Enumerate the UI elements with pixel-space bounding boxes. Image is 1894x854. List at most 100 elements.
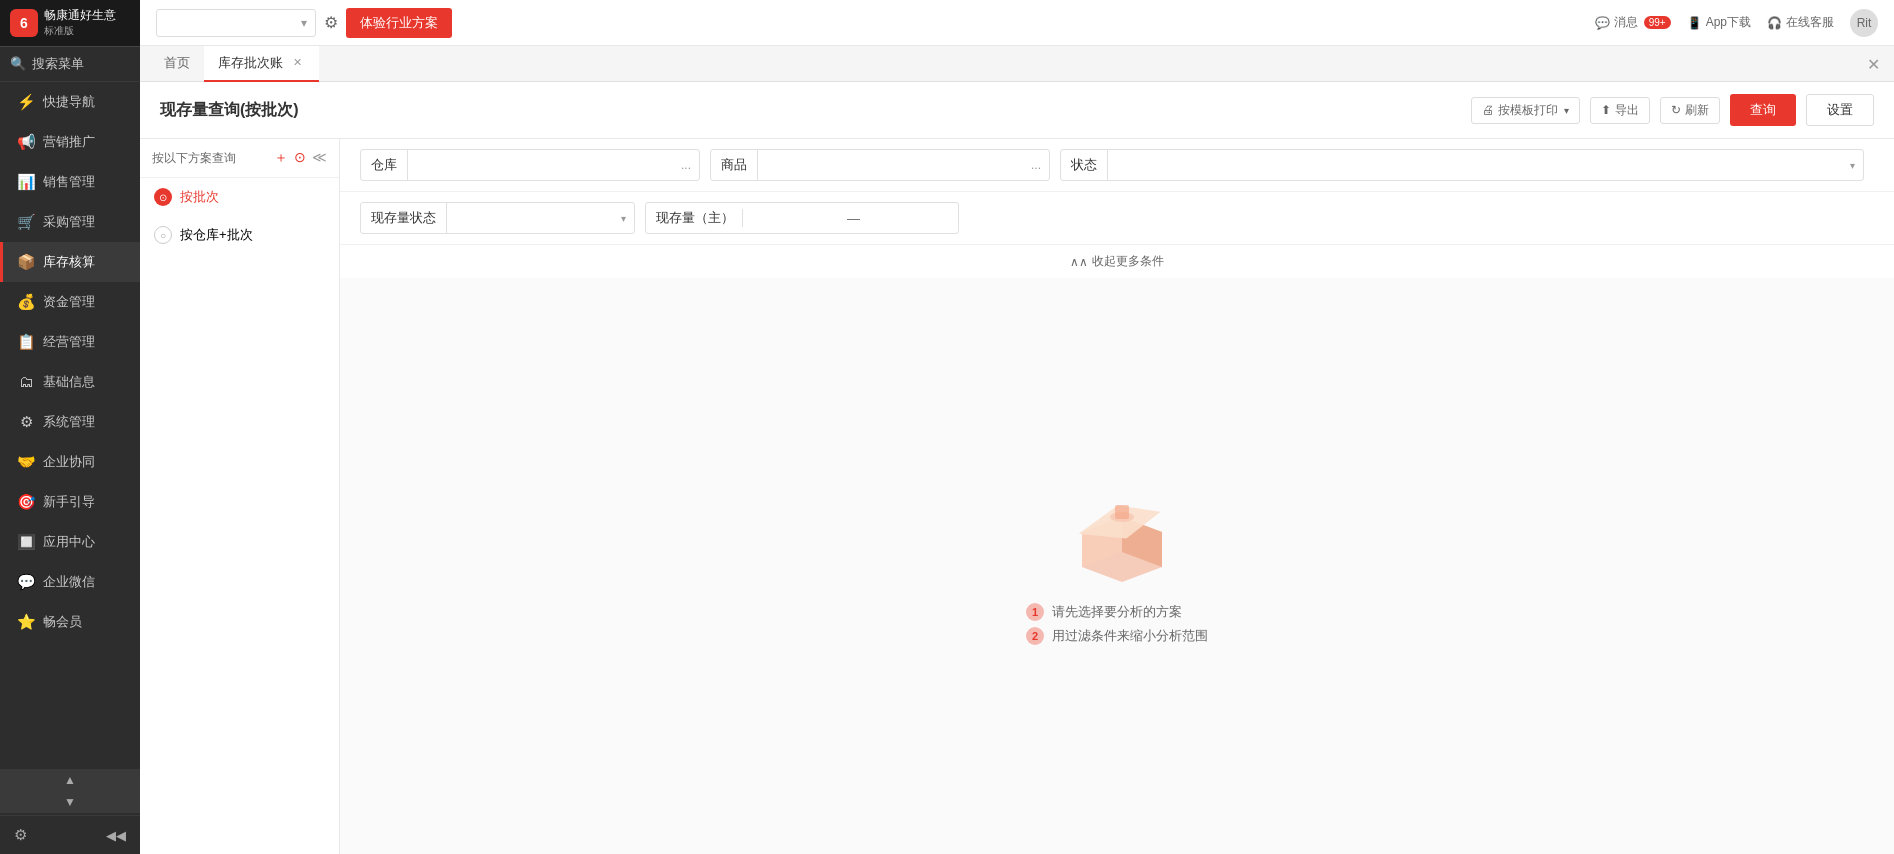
scheme-active-icon: ⊙ [154, 188, 172, 206]
stock-qty-field[interactable]: 现存量（主） — [645, 202, 959, 234]
sidebar-scroll-up[interactable]: ▲ [0, 769, 140, 791]
tab-close-icon[interactable]: ✕ [289, 55, 305, 71]
app-subtitle: 标准版 [44, 24, 116, 38]
sidebar-item-enterprise[interactable]: 🤝 企业协同 [0, 442, 140, 482]
sidebar-item-label: 基础信息 [43, 373, 95, 391]
product-filter-field[interactable]: 商品 ... [710, 149, 1050, 181]
guide-icon: 🎯 [17, 493, 35, 511]
add-scheme-icon[interactable]: ＋ [274, 149, 288, 167]
empty-svg [1067, 487, 1177, 587]
app-download-btn[interactable]: 📱 App下载 [1687, 14, 1751, 31]
stock-status-field[interactable]: 现存量状态 ▾ [360, 202, 635, 234]
customer-service-btn[interactable]: 🎧 在线客服 [1767, 14, 1834, 31]
query-button[interactable]: 查询 [1730, 94, 1796, 126]
operation-icon: 📋 [17, 333, 35, 351]
sidebar-item-app-center[interactable]: 🔲 应用中心 [0, 522, 140, 562]
sidebar-item-label: 采购管理 [43, 213, 95, 231]
refresh-label: 刷新 [1685, 102, 1709, 119]
sidebar-item-sales[interactable]: 📊 销售管理 [0, 162, 140, 202]
sidebar-item-inventory[interactable]: 📦 库存核算 [0, 242, 140, 282]
scheme-by-batch[interactable]: ⊙ 按批次 [140, 178, 339, 216]
dropdown-arrow-icon: ▾ [301, 16, 307, 30]
sidebar-item-finance[interactable]: 💰 资金管理 [0, 282, 140, 322]
messages-badge: 99+ [1644, 16, 1671, 29]
app-title: 畅康通好生意 [44, 8, 116, 24]
print-dropdown-arrow[interactable]: ▾ [1564, 105, 1569, 116]
scheme-batch-label: 按批次 [180, 188, 219, 206]
sales-icon: 📊 [17, 173, 35, 191]
status-filter-label: 状态 [1061, 150, 1108, 180]
refresh-btn[interactable]: ↻ 刷新 [1660, 97, 1720, 124]
stock-status-label: 现存量状态 [361, 203, 447, 233]
sidebar-footer: ⚙ ◀◀ [0, 815, 140, 854]
status-dropdown-icon[interactable]: ▾ [1842, 160, 1863, 171]
try-industry-btn[interactable]: 体验行业方案 [346, 8, 452, 38]
export-btn[interactable]: ⬆ 导出 [1590, 97, 1650, 124]
wechat-icon: 💬 [17, 573, 35, 591]
sidebar-item-label: 系统管理 [43, 413, 95, 431]
sidebar-header: 6 畅康通好生意 标准版 [0, 0, 140, 47]
sidebar-item-guide[interactable]: 🎯 新手引导 [0, 482, 140, 522]
sidebar-nav: ⚡ 快捷导航 📢 营销推广 📊 销售管理 🛒 采购管理 📦 库存核算 💰 资金管… [0, 82, 140, 767]
sidebar-item-operation[interactable]: 📋 经营管理 [0, 322, 140, 362]
topbar-search[interactable]: ▾ [156, 9, 316, 37]
sidebar-item-quick-nav[interactable]: ⚡ 快捷导航 [0, 82, 140, 122]
status-input[interactable] [1108, 158, 1842, 172]
scheme-by-warehouse-batch[interactable]: ○ 按仓库+批次 [140, 216, 339, 254]
settings-button[interactable]: 设置 [1806, 94, 1874, 126]
sidebar-item-member[interactable]: ⭐ 畅会员 [0, 602, 140, 642]
tab-home[interactable]: 首页 [150, 46, 204, 82]
member-icon: ⭐ [17, 613, 35, 631]
user-profile-btn[interactable]: Rit [1850, 9, 1878, 37]
refresh-icon: ↻ [1671, 103, 1681, 117]
close-panel-icon[interactable]: ✕ [1867, 54, 1880, 73]
page-title: 现存量查询(按批次) [160, 100, 299, 121]
system-icon: ⚙ [17, 413, 35, 431]
product-input[interactable] [758, 158, 1023, 172]
warehouse-input[interactable] [408, 158, 673, 172]
message-icon: 💬 [1595, 16, 1610, 30]
print-btn[interactable]: 🖨 按模板打印 ▾ [1471, 97, 1580, 124]
tab-inventory-batch[interactable]: 库存批次账 ✕ [204, 46, 319, 82]
settings-gear-icon[interactable]: ⚙ [324, 13, 338, 32]
warehouse-filter-field[interactable]: 仓库 ... [360, 149, 700, 181]
product-more-icon[interactable]: ... [1023, 158, 1049, 172]
sidebar-item-marketing[interactable]: 📢 营销推广 [0, 122, 140, 162]
qty-dash: — [847, 211, 860, 226]
search-icon: 🔍 [10, 56, 26, 71]
sidebar-search[interactable]: 🔍 搜索菜单 [0, 47, 140, 82]
sidebar-item-label: 新手引导 [43, 493, 95, 511]
sidebar-item-basic[interactable]: 🗂 基础信息 [0, 362, 140, 402]
status-filter-field[interactable]: 状态 ▾ [1060, 149, 1864, 181]
marketing-icon: 📢 [17, 133, 35, 151]
messages-btn[interactable]: 💬 消息 99+ [1595, 14, 1671, 31]
quick-nav-icon: ⚡ [17, 93, 35, 111]
stock-status-input[interactable] [447, 211, 613, 225]
app-logo: 6 [10, 9, 38, 37]
collapse-filters-btn[interactable]: ∧∧ 收起更多条件 [340, 245, 1894, 278]
sidebar: 6 畅康通好生意 标准版 🔍 搜索菜单 ⚡ 快捷导航 📢 营销推广 📊 销售管理… [0, 0, 140, 854]
settings-scheme-icon[interactable]: ⊙ [294, 149, 306, 167]
sidebar-item-system[interactable]: ⚙ 系统管理 [0, 402, 140, 442]
collapse-panel-icon[interactable]: ≪ [312, 149, 327, 167]
sidebar-scroll-down[interactable]: ▼ [0, 791, 140, 813]
stock-qty-to-input[interactable] [868, 211, 948, 225]
warehouse-more-icon[interactable]: ... [673, 158, 699, 172]
stock-status-dropdown-icon[interactable]: ▾ [613, 213, 634, 224]
hint-num-2: 2 [1026, 627, 1044, 645]
sidebar-item-purchase[interactable]: 🛒 采购管理 [0, 202, 140, 242]
sidebar-item-label: 营销推广 [43, 133, 95, 151]
collapse-sidebar-icon[interactable]: ◀◀ [106, 828, 126, 843]
print-icon: 🖨 [1482, 103, 1494, 117]
stock-qty-label: 现存量（主） [656, 209, 743, 227]
product-filter-label: 商品 [711, 150, 758, 180]
download-icon: 📱 [1687, 16, 1702, 30]
enterprise-icon: 🤝 [17, 453, 35, 471]
sidebar-item-wechat[interactable]: 💬 企业微信 [0, 562, 140, 602]
sidebar-item-label: 畅会员 [43, 613, 82, 631]
hint-text-2: 用过滤条件来缩小分析范围 [1052, 627, 1208, 645]
sidebar-item-label: 经营管理 [43, 333, 95, 351]
right-panel: 仓库 ... 商品 ... 状态 ▾ [340, 139, 1894, 854]
settings-footer-icon[interactable]: ⚙ [14, 826, 27, 844]
stock-qty-from-input[interactable] [759, 211, 839, 225]
